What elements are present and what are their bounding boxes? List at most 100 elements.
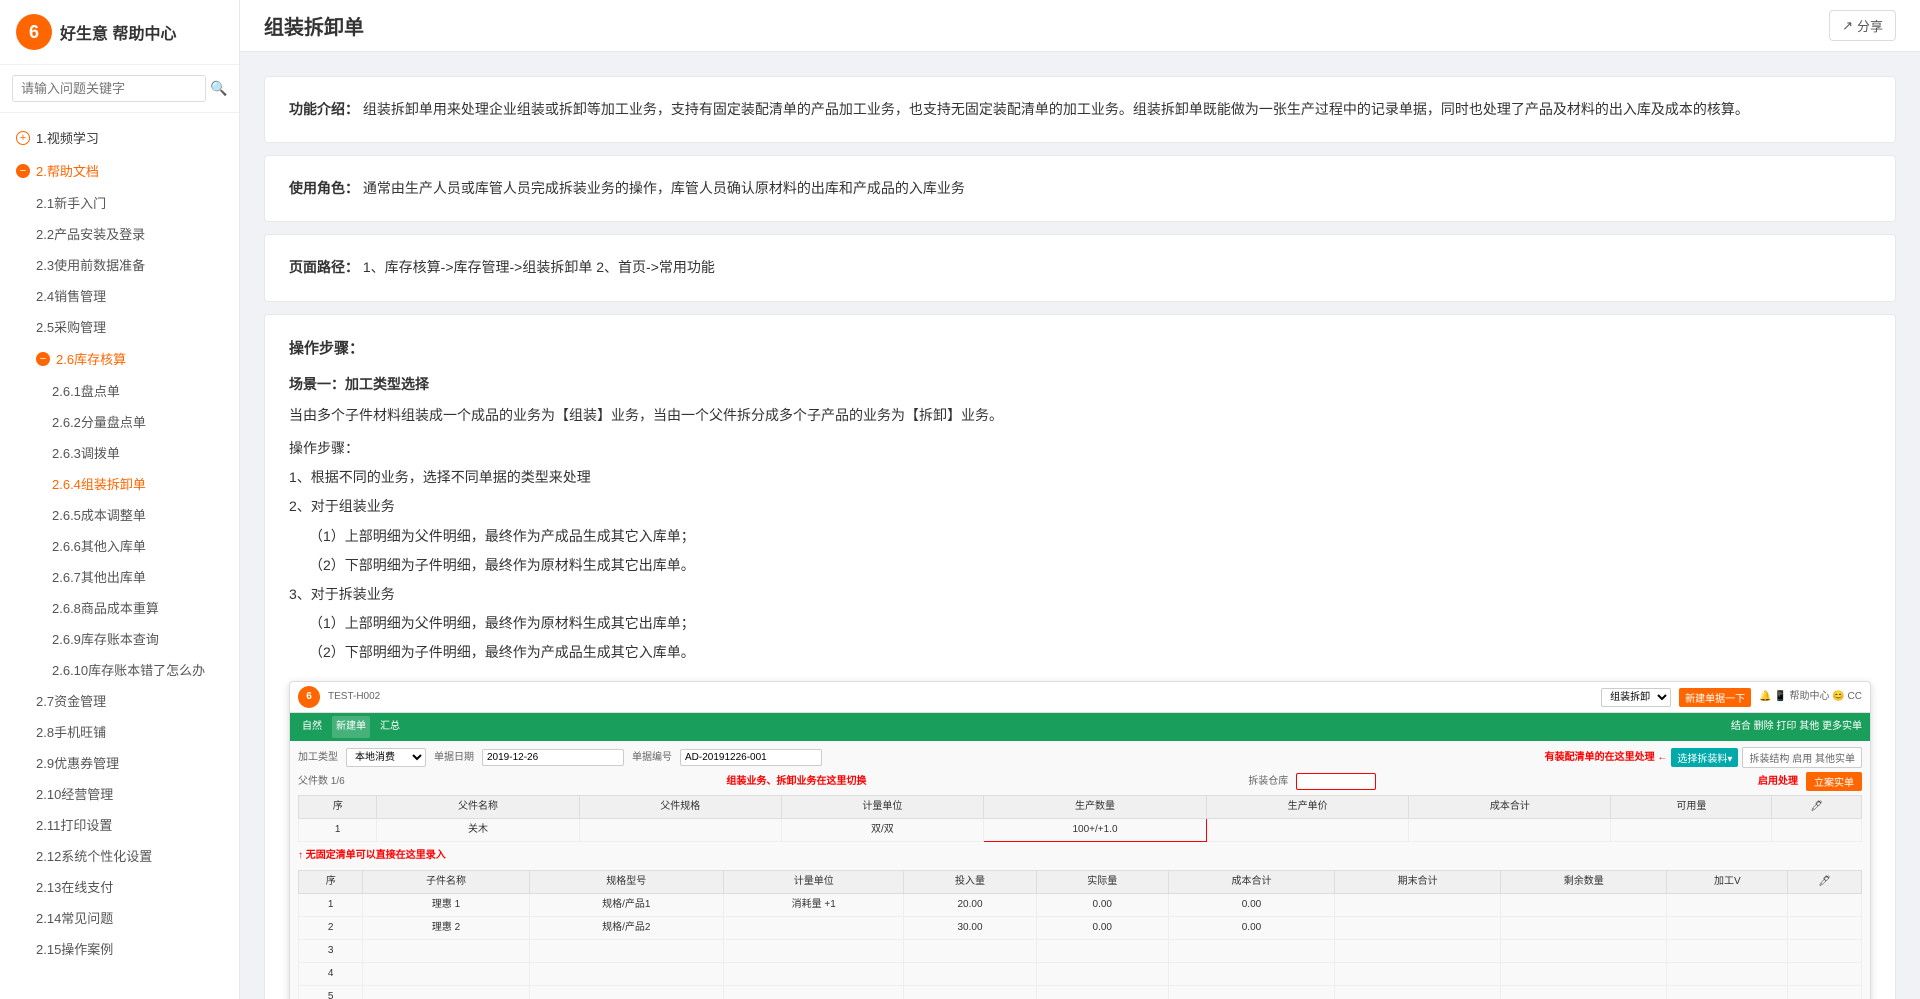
fake-form-row1: 加工类型 本地消费 组装 单据日期 单据编号 有装配清单的在这里处理 ←: [298, 747, 1862, 768]
sidebar-item-install[interactable]: 2.2产品安装及登录: [0, 218, 239, 249]
collapse-icon-docs: −: [16, 164, 30, 178]
share-icon: ↗: [1842, 18, 1853, 34]
fake-annotation-area: 有装配清单的在这里处理 ← 选择拆装料▾ 拆装结构 启用 其他实单: [1545, 747, 1862, 768]
sidebar-item-inventory-error[interactable]: 2.6.10库存账本错了怎么办: [0, 654, 239, 685]
fake-new-btn[interactable]: 新建单据一下: [1679, 688, 1751, 707]
sidebar-item-faq[interactable]: 2.14常见问题: [0, 902, 239, 933]
fake-num-label: 单据编号: [632, 749, 672, 767]
sidebar-item-inventory-book[interactable]: 2.6.9库存账本查询: [0, 623, 239, 654]
sidebar-item-finance[interactable]: 2.7资金管理: [0, 685, 239, 716]
fake-lth-action: 🖊: [1788, 871, 1862, 894]
fake-form-area: 加工类型 本地消费 组装 单据日期 单据编号 有装配清单的在这里处理 ←: [290, 741, 1870, 999]
annotation-text-4: ↑ 无固定清单可以直接在这里录入: [298, 850, 446, 861]
expand-icon-video: +: [16, 131, 30, 145]
sidebar-item-management[interactable]: 2.10经营管理: [0, 778, 239, 809]
fake-confirm-btn[interactable]: 选择拆装料▾: [1671, 748, 1738, 767]
fake-date-input[interactable]: [482, 749, 624, 766]
sidebar-item-newcomer[interactable]: 2.1新手入门: [0, 187, 239, 218]
path-card: 页面路径： 1、库存核算->库存管理->组装拆卸单 2、首页->常用功能: [264, 234, 1896, 301]
fake-select[interactable]: 组装拆卸: [1601, 688, 1671, 707]
sidebar-item-cost-recalc[interactable]: 2.6.8商品成本重算: [0, 592, 239, 623]
sidebar-item-print[interactable]: 2.11打印设置: [0, 809, 239, 840]
search-input[interactable]: [12, 75, 206, 102]
sidebar-item-settings[interactable]: 2.12系统个性化设置: [0, 840, 239, 871]
sidebar-item-mobile[interactable]: 2.8手机旺铺: [0, 716, 239, 747]
steps-card: 操作步骤： 场景一：加工类型选择 当由多个子件材料组装成一个成品的业务为【组装】…: [264, 314, 1896, 999]
sidebar-item-cost-adjust[interactable]: 2.6.5成本调整单: [0, 499, 239, 530]
path-text: 1、库存核算->库存管理->组装拆卸单 2、首页->常用功能: [363, 259, 715, 275]
sidebar-item-inventory[interactable]: − 2.6库存核算: [0, 342, 239, 375]
logo-icon: 6: [16, 14, 52, 50]
sidebar-item-other-out[interactable]: 2.6.7其他出库单: [0, 561, 239, 592]
fake-detail-btn[interactable]: 拆装结构 启用 其他实单: [1742, 747, 1862, 768]
nav-section-video: + 1.视频学习: [0, 121, 239, 154]
fake-th-action: 🖊: [1772, 796, 1862, 819]
fake-lower-row-3: 3: [299, 940, 1862, 963]
logo-area: 6 好生意 帮助中心: [0, 0, 239, 65]
sidebar-item-data-prep[interactable]: 2.3使用前数据准备: [0, 249, 239, 280]
fake-cell: [1207, 819, 1409, 842]
fake-th-produce-qty: 生产数量: [984, 796, 1207, 819]
fake-th-parent-name: 父件名称: [377, 796, 579, 819]
sidebar: 6 好生意 帮助中心 🔍 + 1.视频学习 − 2.帮助文档 2.1新手入门 2…: [0, 0, 240, 999]
fake-upper-table: 序 父件名称 父件规格 计量单位 生产数量 生产单价 成本合计 可用量 🖊: [298, 795, 1862, 842]
intro-card: 功能介绍： 组装拆卸单用来处理企业组装或拆卸等加工业务，支持有固定装配清单的产品…: [264, 76, 1896, 143]
fake-th-produce-price: 生产单价: [1207, 796, 1409, 819]
fake-logo: 6: [298, 686, 320, 708]
main-area: 组装拆卸单 ↗ 分享 功能介绍： 组装拆卸单用来处理企业组装或拆卸等加工业务，支…: [240, 0, 1920, 999]
fake-lower-row-4: 4: [299, 963, 1862, 986]
ops-label: 操作步骤：: [289, 335, 1871, 362]
fake-lth-seq: 序: [299, 871, 363, 894]
fake-lower-row-1: 1 理惠 1 规格/产品1 消耗量 +1 20.00 0.00 0.00: [299, 894, 1862, 917]
sidebar-item-purchase[interactable]: 2.5采购管理: [0, 311, 239, 342]
sidebar-item-coupon[interactable]: 2.9优惠券管理: [0, 747, 239, 778]
scene1-step2-2: （2）下部明细为子件明细，最终作为原材料生成其它出库单。: [289, 553, 1871, 578]
sidebar-item-payment[interactable]: 2.13在线支付: [0, 871, 239, 902]
fake-nav-home[interactable]: 自然: [298, 716, 326, 738]
sidebar-item-other-in[interactable]: 2.6.6其他入库单: [0, 530, 239, 561]
fake-upper-row-1: 1 关木 双/双 100+/+1.0: [299, 819, 1862, 842]
scene1-step2-1: （1）上部明细为父件明细，最终作为产成品生成其它入库单；: [289, 524, 1871, 549]
fake-lth-input-qty: 投入量: [904, 871, 1036, 894]
fake-app-id: TEST-H002: [328, 688, 380, 706]
nav-section-docs: − 2.帮助文档 2.1新手入门 2.2产品安装及登录 2.3使用前数据准备 2…: [0, 154, 239, 964]
search-button[interactable]: 🔍: [206, 76, 231, 101]
sidebar-item-partial-stocktake[interactable]: 2.6.2分量盘点单: [0, 406, 239, 437]
content-area: 功能介绍： 组装拆卸单用来处理企业组装或拆卸等加工业务，支持有固定装配清单的产品…: [240, 52, 1920, 999]
intro-text: 组装拆卸单用来处理企业组装或拆卸等加工业务，支持有固定装配清单的产品加工业务，也…: [363, 101, 1749, 117]
sidebar-item-assembly[interactable]: 2.6.4组装拆卸单: [0, 468, 239, 499]
share-button[interactable]: ↗ 分享: [1829, 10, 1896, 41]
fake-nav-summary[interactable]: 汇总: [376, 716, 404, 738]
fake-cell: [1772, 819, 1862, 842]
sidebar-item-video-label: 1.视频学习: [36, 128, 99, 147]
fake-lower-row-5: 5: [299, 986, 1862, 999]
fake-cell: 1: [299, 819, 377, 842]
fake-warehouse-input[interactable]: [1296, 773, 1376, 790]
sidebar-item-cases[interactable]: 2.15操作案例: [0, 933, 239, 964]
fake-cell: 双/双: [781, 819, 983, 842]
fake-cell: 关木: [377, 819, 579, 842]
fake-type-label: 加工类型: [298, 749, 338, 767]
fake-lth-spec: 规格型号: [529, 871, 723, 894]
scene1-step3: 3、对于拆装业务: [289, 582, 1871, 607]
fake-num-input[interactable]: [680, 749, 822, 766]
collapse-icon-inventory: −: [36, 352, 50, 366]
fake-cell-highlighted: 100+/+1.0: [984, 819, 1207, 842]
sidebar-item-video[interactable]: + 1.视频学习: [0, 121, 239, 154]
app-screenshot: 6 TEST-H002 组装拆卸 新建单据一下 🔔 📱 帮助中心 😊 CC 自然…: [289, 681, 1871, 999]
fake-app-topbar: 6 TEST-H002 组装拆卸 新建单据一下 🔔 📱 帮助中心 😊 CC: [290, 682, 1870, 713]
sidebar-item-transfer[interactable]: 2.6.3调拨单: [0, 437, 239, 468]
share-label: 分享: [1857, 16, 1883, 35]
role-label: 使用角色：: [289, 180, 359, 196]
sidebar-item-stocktake[interactable]: 2.6.1盘点单: [0, 375, 239, 406]
fake-cell: [1409, 819, 1611, 842]
scene1-step3-2: （2）下部明细为子件明细，最终作为产成品生成其它入库单。: [289, 640, 1871, 665]
fake-type-select[interactable]: 本地消费 组装: [346, 748, 426, 767]
sidebar-item-sales[interactable]: 2.4销售管理: [0, 280, 239, 311]
fake-lower-table: 序 子件名称 规格型号 计量单位 投入量 实际量 成本合计 期末合计 剩余数量 …: [298, 870, 1862, 999]
sidebar-item-docs[interactable]: − 2.帮助文档: [0, 154, 239, 187]
fake-save-btn[interactable]: 立案实单: [1806, 772, 1862, 791]
fake-lth-process: 加工V: [1667, 871, 1788, 894]
fake-th-unit: 计量单位: [781, 796, 983, 819]
fake-nav-new[interactable]: 新建单: [332, 716, 370, 738]
